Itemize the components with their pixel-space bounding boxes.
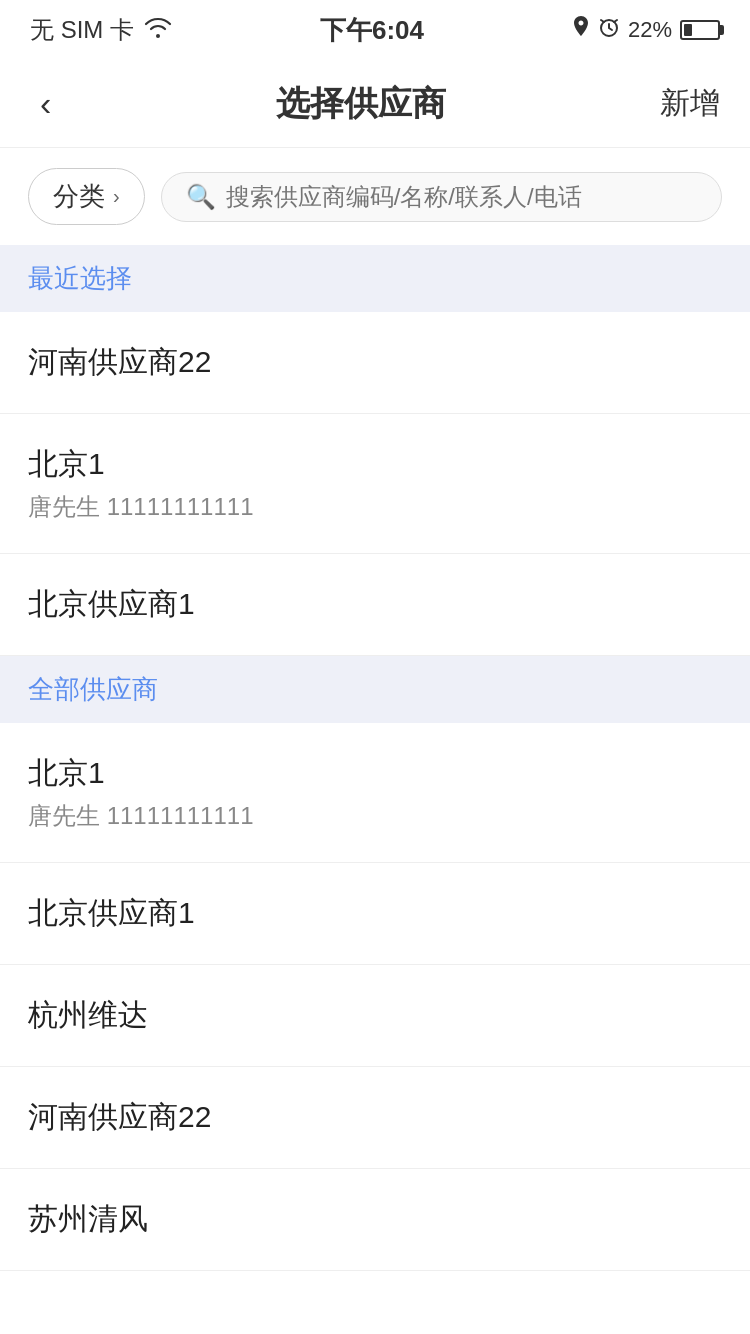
battery-icon	[680, 20, 720, 40]
location-icon	[572, 16, 590, 44]
search-box[interactable]: 🔍	[161, 172, 722, 222]
item-name: 北京供应商1	[28, 893, 722, 934]
item-name: 河南供应商22	[28, 342, 722, 383]
list-item[interactable]: 杭州维达	[0, 965, 750, 1067]
list-item[interactable]: 河南供应商22	[0, 1067, 750, 1169]
battery-percent: 22%	[628, 17, 672, 43]
alarm-icon	[598, 16, 620, 44]
status-right: 22%	[572, 16, 720, 44]
status-left: 无 SIM 卡	[30, 14, 172, 46]
chevron-right-icon: ›	[113, 185, 120, 208]
list-item[interactable]: 河南供应商22	[0, 312, 750, 414]
item-name: 北京1	[28, 753, 722, 794]
all-list: 北京1 唐先生 11111111111 北京供应商1 杭州维达河南供应商22 苏州清风	[0, 723, 750, 1271]
item-name: 苏州清风	[28, 1199, 722, 1240]
list-item[interactable]: 北京供应商1	[0, 554, 750, 656]
item-sub: 唐先生 11111111111	[28, 800, 722, 832]
nav-bar: ‹ 选择供应商 新增	[0, 60, 750, 148]
item-sub: 唐先生 11111111111	[28, 491, 722, 523]
recent-section-header: 最近选择	[0, 245, 750, 312]
back-button[interactable]: ‹	[30, 74, 61, 133]
status-bar: 无 SIM 卡 下午6:04 22%	[0, 0, 750, 60]
all-section-label: 全部供应商	[28, 674, 158, 704]
list-item[interactable]: 苏州清风	[0, 1169, 750, 1271]
sim-status: 无 SIM 卡	[30, 14, 134, 46]
filter-bar: 分类 › 🔍	[0, 148, 750, 245]
item-name: 河南供应商22	[28, 1097, 722, 1138]
page-title: 选择供应商	[276, 81, 446, 127]
list-item[interactable]: 北京1 唐先生 11111111111	[0, 723, 750, 863]
search-icon: 🔍	[186, 183, 216, 211]
search-input[interactable]	[226, 183, 697, 211]
list-item[interactable]: 北京供应商1	[0, 863, 750, 965]
recent-section-label: 最近选择	[28, 263, 132, 293]
all-section-header: 全部供应商	[0, 656, 750, 723]
category-filter[interactable]: 分类 ›	[28, 168, 145, 225]
status-time: 下午6:04	[320, 13, 424, 48]
category-label: 分类	[53, 179, 105, 214]
recent-list: 河南供应商22 北京1 唐先生 11111111111 北京供应商1	[0, 312, 750, 656]
add-button[interactable]: 新增	[660, 83, 720, 124]
item-name: 北京供应商1	[28, 584, 722, 625]
item-name: 杭州维达	[28, 995, 722, 1036]
list-item[interactable]: 北京1 唐先生 11111111111	[0, 414, 750, 554]
wifi-icon	[144, 16, 172, 44]
item-name: 北京1	[28, 444, 722, 485]
